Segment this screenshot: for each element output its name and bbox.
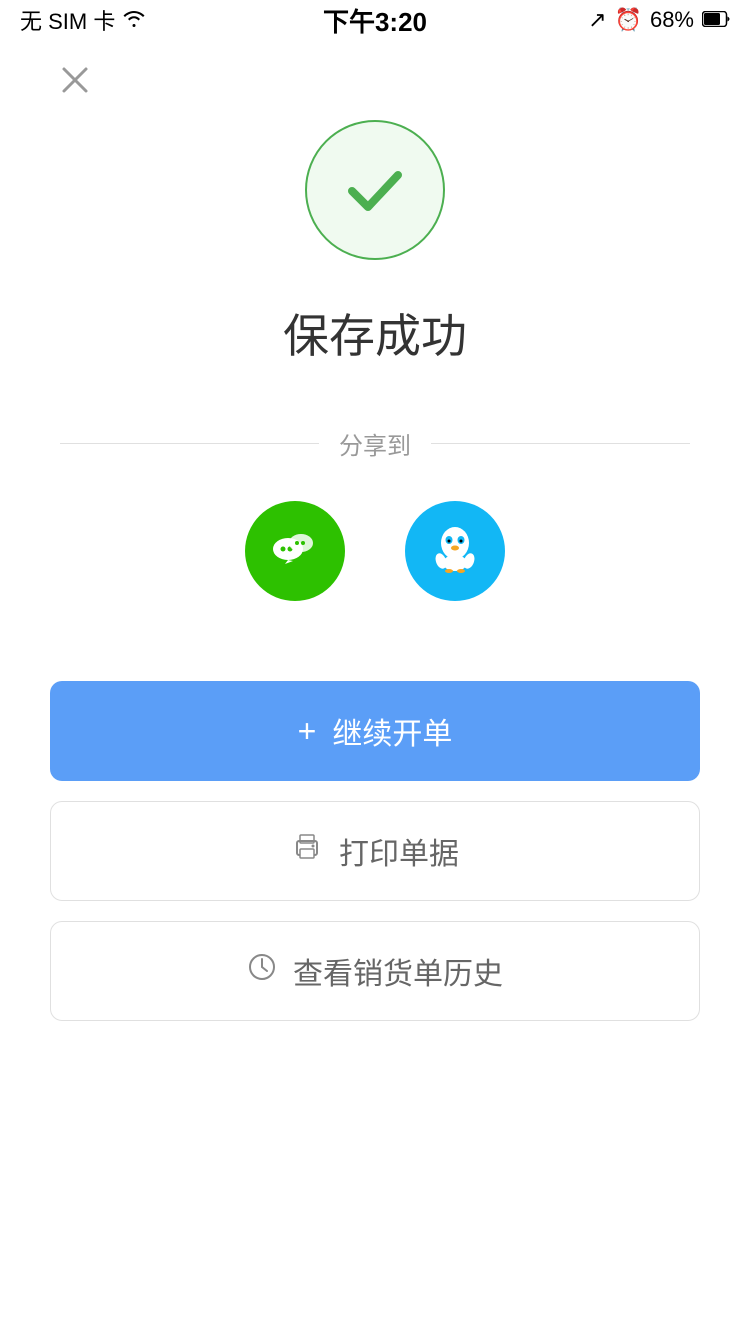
close-button[interactable]	[50, 55, 100, 105]
status-left: 无 SIM 卡	[20, 4, 145, 36]
wechat-share-button[interactable]	[245, 501, 345, 601]
qq-icon	[425, 521, 485, 581]
status-time: 下午3:20	[323, 2, 427, 39]
history-label: 查看销货单历史	[293, 949, 503, 993]
battery-icon	[702, 7, 730, 33]
checkmark-icon	[340, 155, 410, 225]
action-buttons: + 继续开单 打印单据 查看销货单历史	[0, 681, 750, 1021]
share-divider: 分享到	[0, 426, 750, 461]
alarm-icon: ⏰	[615, 7, 642, 33]
success-circle	[305, 120, 445, 260]
wifi-icon	[123, 7, 145, 33]
divider-left	[60, 443, 319, 444]
status-bar: 无 SIM 卡 下午3:20 ↗ ⏰ 68%	[0, 0, 750, 40]
divider-right	[431, 443, 690, 444]
no-sim-text: 无 SIM 卡	[20, 4, 115, 36]
qq-share-button[interactable]	[405, 501, 505, 601]
print-button[interactable]: 打印单据	[50, 801, 700, 901]
battery-text: 68%	[650, 7, 694, 33]
share-label: 分享到	[319, 426, 431, 461]
continue-button[interactable]: + 继续开单	[50, 681, 700, 781]
main-content: 保存成功 分享到	[0, 40, 750, 1021]
location-icon: ↗	[588, 7, 606, 33]
printer-icon	[291, 831, 323, 871]
close-icon	[60, 65, 90, 95]
share-icons	[245, 501, 505, 601]
continue-label: 继续开单	[332, 709, 452, 753]
success-title: 保存成功	[283, 300, 467, 366]
status-right: ↗ ⏰ 68%	[588, 7, 730, 33]
clock-icon	[247, 952, 277, 990]
history-button[interactable]: 查看销货单历史	[50, 921, 700, 1021]
print-label: 打印单据	[339, 829, 459, 873]
plus-icon: +	[298, 713, 317, 750]
wechat-icon	[265, 521, 325, 581]
